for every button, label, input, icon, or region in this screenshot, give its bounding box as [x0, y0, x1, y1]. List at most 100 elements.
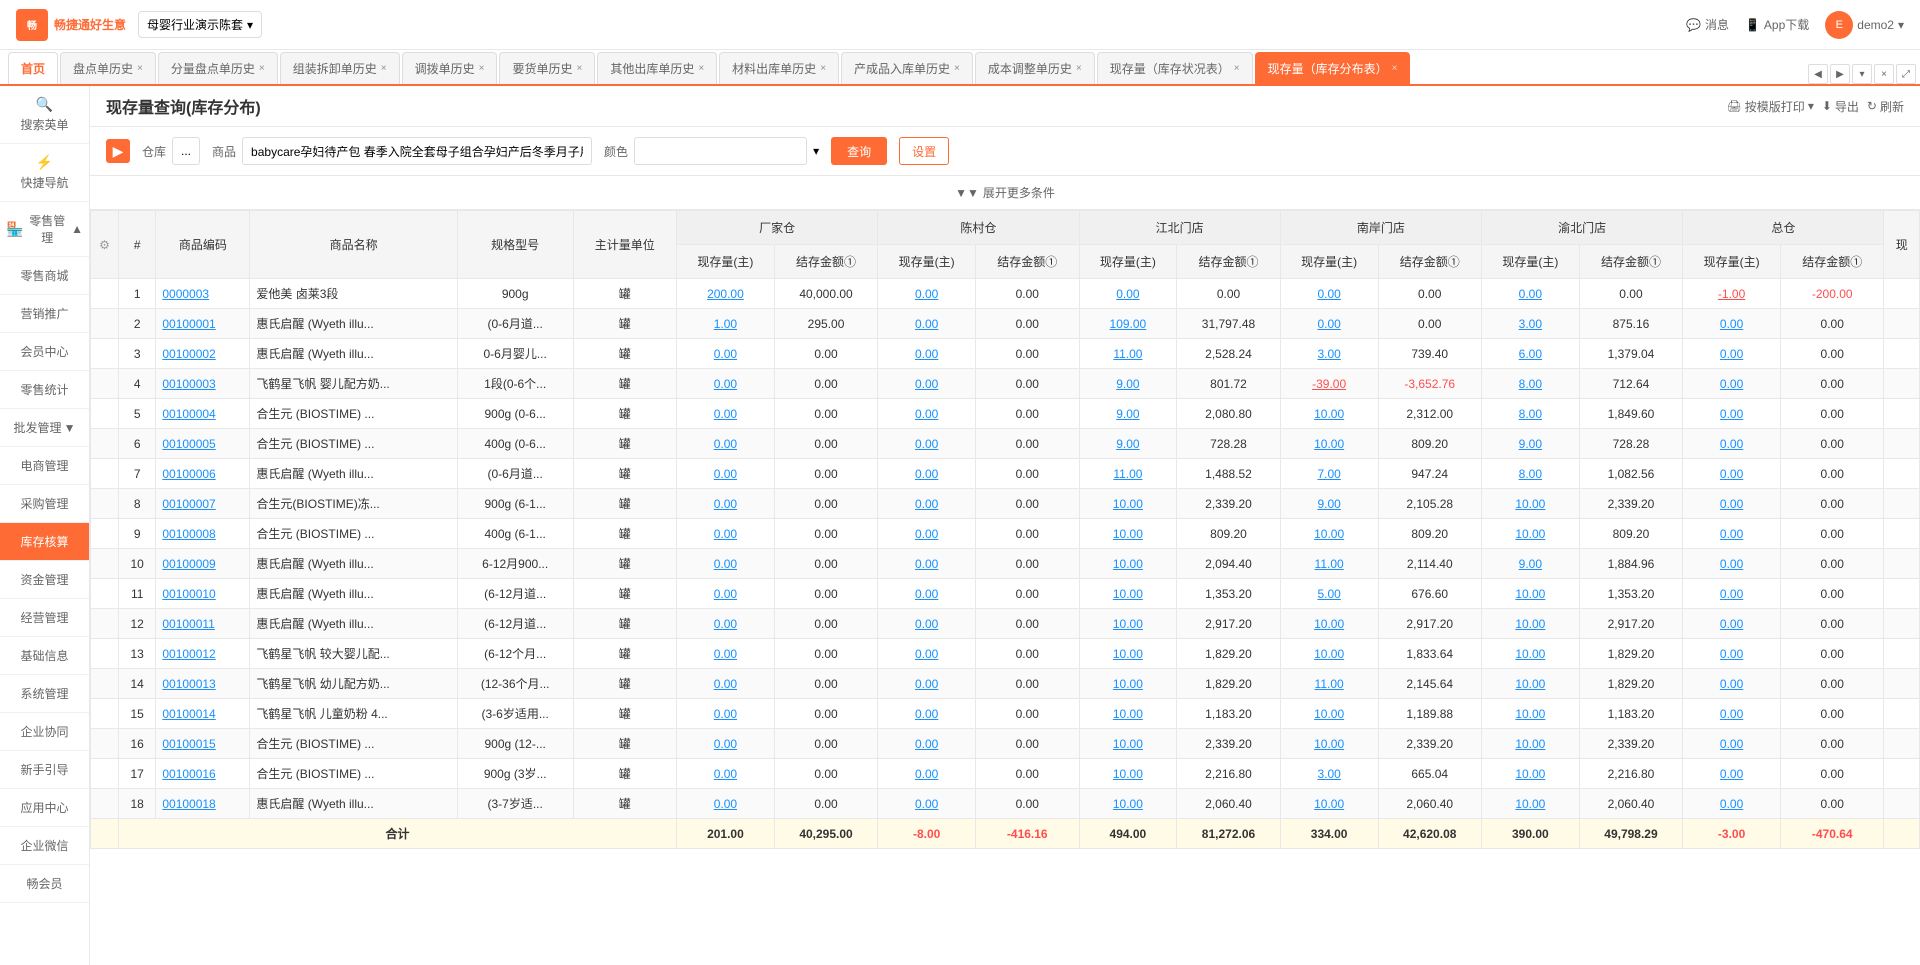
td-code[interactable]: 00100012 — [156, 639, 250, 669]
tab-prev-btn[interactable]: ◀ — [1808, 64, 1828, 84]
td-cf-qty[interactable]: 0.00 — [677, 639, 775, 669]
td-na-qty[interactable]: 7.00 — [1280, 459, 1378, 489]
td-cc-qty[interactable]: 0.00 — [878, 519, 976, 549]
td-jb-qty[interactable]: 9.00 — [1079, 399, 1177, 429]
td-na-qty[interactable]: 5.00 — [1280, 579, 1378, 609]
sidebar-item-retail-stats[interactable]: 零售统计 — [0, 371, 89, 409]
td-yb-qty[interactable]: 8.00 — [1481, 369, 1579, 399]
td-jb-qty[interactable]: 0.00 — [1079, 279, 1177, 309]
td-na-qty[interactable]: 10.00 — [1280, 609, 1378, 639]
td-cc-qty[interactable]: 0.00 — [878, 459, 976, 489]
expand-btn[interactable]: ▶ — [106, 139, 130, 163]
td-jb-qty[interactable]: 11.00 — [1079, 339, 1177, 369]
td-cc-qty[interactable]: 0.00 — [878, 489, 976, 519]
td-jb-qty[interactable]: 10.00 — [1079, 669, 1177, 699]
td-total-qty[interactable]: 0.00 — [1683, 609, 1781, 639]
td-cc-qty[interactable]: 0.00 — [878, 369, 976, 399]
td-na-qty[interactable]: 9.00 — [1280, 489, 1378, 519]
sidebar-item-wholesale[interactable]: 批发管理 ▼ — [0, 409, 89, 447]
sidebar-item-enterprise[interactable]: 企业协同 — [0, 713, 89, 751]
td-cf-qty[interactable]: 0.00 — [677, 369, 775, 399]
td-yb-qty[interactable]: 10.00 — [1481, 579, 1579, 609]
td-na-qty[interactable]: 10.00 — [1280, 399, 1378, 429]
gear-settings-icon[interactable]: ⚙ — [99, 238, 110, 252]
td-yb-qty[interactable]: 0.00 — [1481, 279, 1579, 309]
td-cc-qty[interactable]: 0.00 — [878, 309, 976, 339]
td-cf-qty[interactable]: 0.00 — [677, 579, 775, 609]
td-total-qty[interactable]: 0.00 — [1683, 339, 1781, 369]
td-na-qty[interactable]: 0.00 — [1280, 309, 1378, 339]
td-jb-qty[interactable]: 10.00 — [1079, 699, 1177, 729]
td-code[interactable]: 00100010 — [156, 579, 250, 609]
sidebar-item-appstore[interactable]: 应用中心 — [0, 789, 89, 827]
tab-close-all-btn[interactable]: × — [1874, 64, 1894, 84]
td-cc-qty[interactable]: 0.00 — [878, 339, 976, 369]
warehouse-selector[interactable]: ... — [172, 137, 200, 165]
td-jb-qty[interactable]: 109.00 — [1079, 309, 1177, 339]
td-jb-qty[interactable]: 10.00 — [1079, 609, 1177, 639]
td-total-qty[interactable]: 0.00 — [1683, 579, 1781, 609]
td-code[interactable]: 00100009 — [156, 549, 250, 579]
td-cc-qty[interactable]: 0.00 — [878, 279, 976, 309]
tab-close-icon[interactable]: × — [1392, 63, 1398, 74]
td-total-qty[interactable]: 0.00 — [1683, 369, 1781, 399]
td-total-qty[interactable]: 0.00 — [1683, 759, 1781, 789]
td-jb-qty[interactable]: 10.00 — [1079, 639, 1177, 669]
td-total-qty[interactable]: 0.00 — [1683, 519, 1781, 549]
td-yb-qty[interactable]: 10.00 — [1481, 669, 1579, 699]
search-button[interactable]: 查询 — [831, 137, 887, 165]
td-cc-qty[interactable]: 0.00 — [878, 789, 976, 819]
td-na-qty[interactable]: 3.00 — [1280, 759, 1378, 789]
tab-assembly[interactable]: 组装拆卸单历史 × — [280, 52, 400, 84]
td-yb-qty[interactable]: 8.00 — [1481, 399, 1579, 429]
td-cc-qty[interactable]: 0.00 — [878, 699, 976, 729]
td-cf-qty[interactable]: 200.00 — [677, 279, 775, 309]
td-na-qty[interactable]: 10.00 — [1280, 519, 1378, 549]
tab-product-in[interactable]: 产成品入库单历史 × — [841, 52, 973, 84]
tab-next-btn[interactable]: ▶ — [1830, 64, 1850, 84]
td-cc-qty[interactable]: 0.00 — [878, 429, 976, 459]
tab-close-icon[interactable]: × — [954, 63, 960, 74]
td-code[interactable]: 00100008 — [156, 519, 250, 549]
sidebar-item-inventory[interactable]: 库存核算 — [0, 523, 89, 561]
org-selector[interactable]: 母婴行业演示陈套 ▾ — [138, 11, 262, 38]
td-cf-qty[interactable]: 0.00 — [677, 429, 775, 459]
td-total-qty[interactable]: 0.00 — [1683, 729, 1781, 759]
tab-home[interactable]: 首页 — [8, 52, 58, 84]
user-profile[interactable]: E demo2 ▾ — [1825, 11, 1904, 39]
tab-close-icon[interactable]: × — [698, 63, 704, 74]
td-yb-qty[interactable]: 6.00 — [1481, 339, 1579, 369]
refresh-btn[interactable]: ↻ 刷新 — [1867, 98, 1904, 115]
td-total-qty[interactable]: 0.00 — [1683, 489, 1781, 519]
sidebar-item-operations[interactable]: 经营管理 — [0, 599, 89, 637]
tab-close-icon[interactable]: × — [820, 63, 826, 74]
th-gear[interactable]: ⚙ — [91, 211, 119, 279]
sidebar-item-retail-mgmt[interactable]: 🏪 零售管理 ▲ — [0, 202, 89, 257]
td-na-qty[interactable]: 11.00 — [1280, 549, 1378, 579]
td-code[interactable]: 00100001 — [156, 309, 250, 339]
td-cc-qty[interactable]: 0.00 — [878, 639, 976, 669]
sidebar-item-marketing[interactable]: 营销推广 — [0, 295, 89, 333]
sidebar-item-member2[interactable]: 畅会员 — [0, 865, 89, 903]
td-yb-qty[interactable]: 9.00 — [1481, 549, 1579, 579]
td-code[interactable]: 00100014 — [156, 699, 250, 729]
expand-conditions-btn[interactable]: ▼▼ 展开更多条件 — [106, 180, 1904, 205]
message-btn[interactable]: 💬 消息 — [1686, 16, 1729, 33]
td-yb-qty[interactable]: 10.00 — [1481, 639, 1579, 669]
td-code[interactable]: 00100003 — [156, 369, 250, 399]
td-na-qty[interactable]: 10.00 — [1280, 639, 1378, 669]
td-jb-qty[interactable]: 10.00 — [1079, 519, 1177, 549]
tab-expand-btn[interactable]: ⤢ — [1896, 64, 1916, 84]
tab-inventory-count[interactable]: 盘点单历史 × — [60, 52, 156, 84]
td-total-qty[interactable]: 0.00 — [1683, 639, 1781, 669]
td-cf-qty[interactable]: 0.00 — [677, 609, 775, 639]
sidebar-item-quicknav[interactable]: ⚡ 快捷导航 — [0, 144, 89, 202]
td-cc-qty[interactable]: 0.00 — [878, 609, 976, 639]
tab-close-icon[interactable]: × — [1234, 63, 1240, 74]
sidebar-item-member[interactable]: 会员中心 — [0, 333, 89, 371]
td-yb-qty[interactable]: 10.00 — [1481, 489, 1579, 519]
td-yb-qty[interactable]: 3.00 — [1481, 309, 1579, 339]
td-total-qty[interactable]: 0.00 — [1683, 429, 1781, 459]
td-total-qty[interactable]: 0.00 — [1683, 399, 1781, 429]
sidebar-item-purchase[interactable]: 采购管理 — [0, 485, 89, 523]
